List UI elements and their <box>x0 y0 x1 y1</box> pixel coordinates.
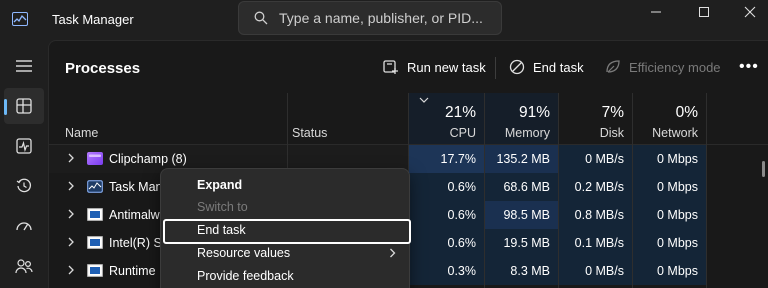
submenu-chevron-icon <box>390 248 396 258</box>
column-divider <box>558 93 559 288</box>
column-divider <box>632 93 633 288</box>
menu-item-expand[interactable]: Expand <box>197 178 242 192</box>
network-cell: 0 Mbps <box>632 201 706 229</box>
search-icon <box>254 11 268 25</box>
app-title: Task Manager <box>52 12 134 27</box>
chevron-right-icon[interactable] <box>67 153 75 163</box>
chevron-right-icon[interactable] <box>67 209 75 219</box>
history-icon <box>16 178 32 193</box>
processes-icon <box>16 98 32 114</box>
status-column-header[interactable]: Status <box>292 126 327 140</box>
leaf-icon <box>606 60 620 73</box>
toolbar-divider <box>495 57 496 79</box>
end-task-button[interactable]: End task <box>509 56 584 78</box>
window-icon <box>87 236 103 249</box>
search-input[interactable] <box>279 2 497 34</box>
performance-icon <box>16 138 32 154</box>
title-bar: Task Manager <box>0 0 768 40</box>
disk-cell: 0.1 MB/s <box>558 229 632 257</box>
page-title: Processes <box>65 60 141 77</box>
chevron-right-icon[interactable] <box>67 265 75 275</box>
menu-item-provide-feedback[interactable]: Provide feedback <box>197 269 294 283</box>
network-cell: 0 Mbps <box>632 173 706 201</box>
name-column-header[interactable]: Name <box>65 126 98 140</box>
close-button[interactable] <box>727 0 768 24</box>
network-usage-total: 0% <box>675 104 698 121</box>
efficiency-mode-button[interactable]: Efficiency mode <box>605 56 721 78</box>
nav-performance[interactable] <box>4 128 44 164</box>
sort-chevron-icon <box>419 97 429 103</box>
disk-cell: 0.2 MB/s <box>558 173 632 201</box>
minimize-button[interactable] <box>633 0 679 24</box>
memory-cell: 19.5 MB <box>484 229 558 257</box>
users-icon <box>15 259 33 274</box>
minimize-icon <box>651 11 661 13</box>
run-new-task-button[interactable]: Run new task <box>383 56 486 78</box>
memory-column-header[interactable]: Memory <box>484 126 550 140</box>
end-task-label: End task <box>533 59 584 75</box>
disk-cell: 0 MB/s <box>558 145 632 173</box>
process-name: Clipchamp (8) <box>109 152 187 166</box>
maximize-button[interactable] <box>681 0 727 24</box>
network-column-header[interactable]: Network <box>632 126 698 140</box>
clipchamp-icon <box>87 152 103 165</box>
memory-cell: 135.2 MB <box>484 145 558 173</box>
nav-users[interactable] <box>4 248 44 284</box>
memory-cell: 8.3 MB <box>484 257 558 285</box>
menu-item-switch-to: Switch to <box>197 200 248 214</box>
end-task-icon <box>509 59 525 75</box>
memory-cell: 98.5 MB <box>484 201 558 229</box>
nav-processes[interactable] <box>4 88 44 124</box>
disk-column-header[interactable]: Disk <box>558 126 624 140</box>
network-cell: 0 Mbps <box>632 257 706 285</box>
network-cell: 0 Mbps <box>632 229 706 257</box>
cpu-column-header[interactable]: CPU <box>408 126 476 140</box>
nav-startup-apps[interactable] <box>4 208 44 244</box>
cpu-cell: 17.7% <box>408 145 484 173</box>
run-new-task-label: Run new task <box>407 59 486 75</box>
cpu-usage-total: 21% <box>444 104 476 121</box>
more-options-button[interactable]: ••• <box>739 58 759 76</box>
search-box[interactable] <box>238 1 502 35</box>
close-icon <box>744 6 756 18</box>
column-divider <box>706 93 707 288</box>
efficiency-mode-label: Efficiency mode <box>629 59 721 75</box>
process-name: Runtime B <box>109 264 168 278</box>
cpu-cell: 0.6% <box>408 201 484 229</box>
cpu-cell: 0.6% <box>408 173 484 201</box>
chevron-right-icon[interactable] <box>67 181 75 191</box>
hamburger-menu-button[interactable] <box>4 48 44 84</box>
task-manager-icon <box>87 180 103 193</box>
process-name: Antimalw <box>109 208 160 222</box>
hamburger-icon <box>16 60 32 72</box>
window-icon <box>87 264 103 277</box>
context-menu: Expand Switch to End task Resource value… <box>160 168 411 288</box>
disk-usage-total: 7% <box>601 104 624 121</box>
task-manager-app-icon <box>12 12 28 26</box>
cpu-cell: 0.6% <box>408 229 484 257</box>
disk-cell: 0.8 MB/s <box>558 201 632 229</box>
scrollbar-thumb[interactable] <box>762 161 765 177</box>
menu-item-end-task[interactable]: End task <box>197 223 246 237</box>
speedometer-icon <box>16 222 32 231</box>
toolbar: Processes Run new task End task Efficien… <box>49 41 768 93</box>
menu-item-resource-values[interactable]: Resource values <box>197 246 290 260</box>
column-divider <box>484 93 485 288</box>
run-task-icon <box>383 60 398 74</box>
disk-cell: 0 MB/s <box>558 257 632 285</box>
chevron-right-icon[interactable] <box>67 237 75 247</box>
cpu-cell: 0.3% <box>408 257 484 285</box>
network-cell: 0 Mbps <box>632 145 706 173</box>
process-name: Intel(R) S <box>109 236 162 250</box>
active-nav-indicator <box>4 99 7 115</box>
memory-cell: 68.6 MB <box>484 173 558 201</box>
memory-usage-total: 91% <box>518 104 550 121</box>
nav-app-history[interactable] <box>4 168 44 204</box>
maximize-icon <box>699 7 709 17</box>
nav-rail <box>0 40 48 288</box>
window-icon <box>87 208 103 221</box>
